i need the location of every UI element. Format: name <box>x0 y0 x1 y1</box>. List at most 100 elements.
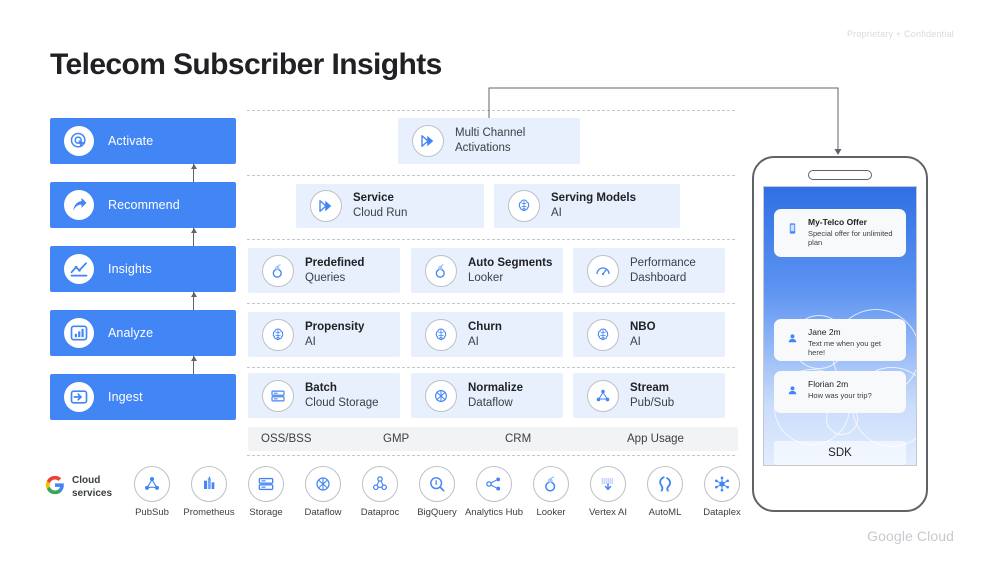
ai-brain-icon <box>587 318 619 351</box>
card-subtitle: Pub/Sub <box>630 396 675 409</box>
service-dataplex[interactable]: Dataplex <box>690 466 754 518</box>
card-batch-cloud-storage[interactable]: Batch Cloud Storage <box>248 373 400 418</box>
card-title: Stream <box>630 381 669 394</box>
service-label: PubSub <box>135 507 169 518</box>
service-vertex-ai[interactable]: Vertex AI <box>576 466 640 518</box>
card-title: Normalize <box>468 381 523 394</box>
service-prometheus[interactable]: Prometheus <box>177 466 241 518</box>
card-subtitle: AI <box>468 335 479 348</box>
service-label: Dataplex <box>703 507 741 518</box>
google-cloud-wordmark: Google Cloud <box>867 528 954 544</box>
card-title: Churn <box>468 320 502 333</box>
service-bigquery[interactable]: BigQuery <box>405 466 469 518</box>
band-separator-6 <box>247 455 735 456</box>
service-analytics-hub[interactable]: Analytics Hub <box>462 466 526 518</box>
card-performance-dashboard[interactable]: Performance Dashboard <box>573 248 725 293</box>
sidebar-item-recommend[interactable]: Recommend <box>50 182 236 228</box>
person-icon <box>783 381 801 399</box>
mobile-device-icon <box>783 219 801 237</box>
service-label: Dataproc <box>360 507 400 518</box>
notification-florian[interactable]: Florian 2m How was your trip? <box>774 371 906 413</box>
phone-bar-label: SDK <box>828 447 852 459</box>
automl-icon <box>647 466 683 502</box>
cloud-services-brand-label: Cloud services <box>72 475 113 499</box>
prometheus-icon <box>191 466 227 502</box>
sidebar-item-ingest[interactable]: Ingest <box>50 374 236 420</box>
notification-title: Jane 2m <box>808 327 841 337</box>
service-storage[interactable]: Storage <box>234 466 298 518</box>
card-serving-models-ai[interactable]: Serving Models AI <box>494 184 680 228</box>
sidebar-item-insights[interactable]: Insights <box>50 246 236 292</box>
notification-body: Special offer for unlimited plan <box>808 229 893 247</box>
service-looker[interactable]: Looker <box>519 466 583 518</box>
service-dataproc[interactable]: Dataproc <box>348 466 412 518</box>
rail-arrow-3 <box>190 228 197 246</box>
service-dataflow[interactable]: Dataflow <box>291 466 355 518</box>
service-label: BigQuery <box>417 507 457 518</box>
looker-icon <box>262 254 294 287</box>
notification-jane[interactable]: Jane 2m Text me when you get here! <box>774 319 906 361</box>
notification-my-telco-offer[interactable]: My-Telco Offer Special offer for unlimit… <box>774 209 906 257</box>
card-stream-pubsub[interactable]: Stream Pub/Sub <box>573 373 725 418</box>
fast-forward-icon <box>310 190 342 222</box>
service-pubsub[interactable]: PubSub <box>120 466 184 518</box>
sidebar-item-activate[interactable]: Activate <box>50 118 236 164</box>
card-service-cloud-run[interactable]: Service Cloud Run <box>296 184 484 228</box>
looker-icon <box>425 254 457 287</box>
service-label: Prometheus <box>183 507 235 518</box>
cloud-services-strip: Cloud services PubSub Prometheus Storage… <box>44 466 744 522</box>
mobile-device-mockup: My-Telco Offer Special offer for unlimit… <box>752 156 928 512</box>
card-propensity-ai[interactable]: Propensity AI <box>248 312 400 357</box>
target-cursor-icon <box>64 126 94 156</box>
card-subtitle: Dashboard <box>630 271 687 284</box>
source-chip-label: CRM <box>505 433 532 445</box>
card-title: Auto Segments <box>468 256 553 269</box>
notification-body: How was your trip? <box>808 391 872 400</box>
source-chip-label: OSS/BSS <box>261 433 312 445</box>
ai-brain-icon <box>425 318 457 351</box>
source-chip-gmp[interactable]: GMP <box>370 427 496 451</box>
trend-chart-icon <box>64 254 94 284</box>
slide-canvas: Proprietary + Confidential Telecom Subsc… <box>0 0 1000 562</box>
card-subtitle: Cloud Storage <box>305 396 379 409</box>
sidebar-item-label: Activate <box>108 134 154 148</box>
service-label: Dataflow <box>304 507 342 518</box>
band-separator-2 <box>247 175 735 176</box>
card-title: Batch <box>305 381 337 394</box>
phone-speaker <box>808 170 872 180</box>
notification-title: Florian 2m <box>808 379 849 389</box>
card-churn-ai[interactable]: Churn AI <box>411 312 563 357</box>
card-auto-segments-looker[interactable]: Auto Segments Looker <box>411 248 563 293</box>
service-label: AutoML <box>648 507 682 518</box>
fast-forward-icon <box>412 125 444 157</box>
band-separator-5 <box>247 367 735 368</box>
card-title: Predefined <box>305 256 365 269</box>
service-label: Storage <box>249 507 283 518</box>
phone-screen: My-Telco Offer Special offer for unlimit… <box>763 186 917 466</box>
card-subtitle: AI <box>630 335 641 348</box>
analytics-hub-icon <box>476 466 512 502</box>
bar-chart-icon <box>64 318 94 348</box>
card-nbo-ai[interactable]: NBO AI <box>573 312 725 357</box>
card-multi-channel-activations[interactable]: Multi Channel Activations <box>398 118 580 164</box>
phone-bar-sdk[interactable]: SDK <box>774 441 906 465</box>
gauge-icon <box>587 254 619 287</box>
confidentiality-notice: Proprietary + Confidential <box>846 29 954 39</box>
card-subtitle: Cloud Run <box>353 207 408 219</box>
card-subtitle: Dataflow <box>468 396 513 409</box>
service-automl[interactable]: AutoML <box>633 466 697 518</box>
band-separator-3 <box>247 239 735 240</box>
source-chip-app-usage[interactable]: App Usage <box>614 427 738 451</box>
card-title: Serving Models <box>551 192 636 205</box>
sidebar-item-label: Insights <box>108 262 152 276</box>
sidebar-item-label: Recommend <box>108 198 180 212</box>
source-chip-oss-bss[interactable]: OSS/BSS <box>248 427 374 451</box>
sidebar-item-analyze[interactable]: Analyze <box>50 310 236 356</box>
page-title: Telecom Subscriber Insights <box>50 48 442 81</box>
source-chip-crm[interactable]: CRM <box>492 427 618 451</box>
band-separator-4 <box>247 303 735 304</box>
card-title: Multi Channel <box>455 127 526 140</box>
source-chip-label: GMP <box>383 433 410 445</box>
card-normalize-dataflow[interactable]: Normalize Dataflow <box>411 373 563 418</box>
card-predefined-queries[interactable]: Predefined Queries <box>248 248 400 293</box>
